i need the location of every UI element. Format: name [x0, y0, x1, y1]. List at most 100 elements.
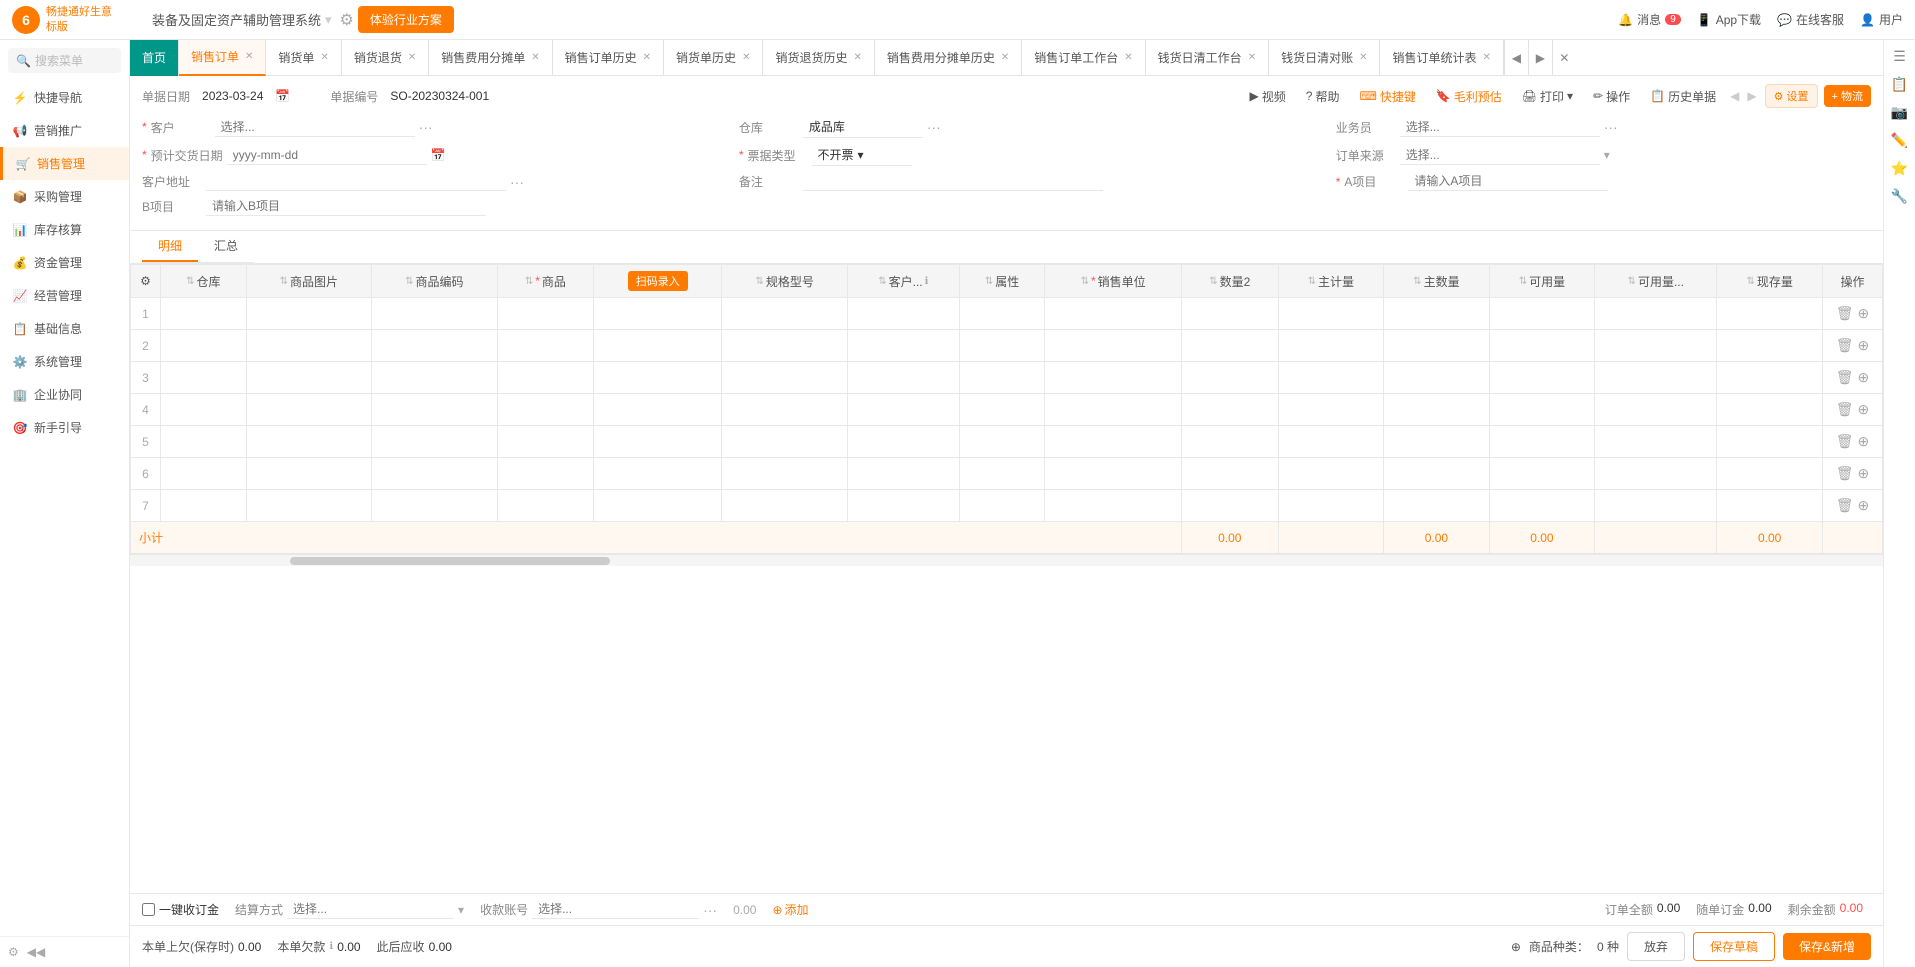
cell-available[interactable] [1489, 298, 1595, 330]
tab-bill-history[interactable]: 销货单历史 ✕ [664, 40, 763, 76]
row-copy-icon[interactable]: ⊕ [1858, 337, 1870, 354]
sidebar-collapse-icon[interactable]: ◀◀ [27, 945, 45, 959]
remark-input[interactable] [803, 172, 1103, 191]
cell-product[interactable] [497, 298, 594, 330]
profit-button[interactable]: 🔖 毛利预估 [1430, 86, 1508, 107]
right-panel-photo-icon[interactable]: 📷 [1888, 100, 1912, 124]
row-delete-icon[interactable]: 🗑 [1836, 369, 1854, 386]
cell-image[interactable] [246, 298, 372, 330]
add-material-button[interactable]: + 物流 [1824, 85, 1871, 107]
history-button[interactable]: 📋 历史单据 [1644, 86, 1722, 107]
row-delete-icon[interactable]: 🗑 [1836, 337, 1854, 354]
delivery-calendar-icon[interactable]: 📅 [431, 148, 446, 162]
sidebar-item-purchase[interactable]: 📦 采购管理 [0, 180, 129, 213]
staff-input[interactable] [1400, 118, 1600, 137]
sidebar-item-enterprise[interactable]: 🏢 企业协同 [0, 378, 129, 411]
right-panel-grid-icon[interactable]: ☰ [1888, 44, 1912, 68]
cell-sku[interactable] [372, 298, 498, 330]
tab-close-icon[interactable]: ✕ [245, 51, 253, 62]
tab-summary[interactable]: 汇总 [198, 231, 254, 262]
save-new-button[interactable]: 保存&新增 [1783, 933, 1871, 960]
row-copy-icon[interactable]: ⊕ [1858, 305, 1870, 322]
cell-qty2[interactable] [1181, 298, 1278, 330]
sidebar-item-sales[interactable]: 🛒 销售管理 [0, 147, 129, 180]
sidebar-search[interactable]: 🔍 搜索菜单 [8, 48, 121, 73]
sidebar-item-base-info[interactable]: 📋 基础信息 [0, 312, 129, 345]
tab-detail[interactable]: 明细 [142, 231, 198, 262]
cell-warehouse[interactable] [161, 298, 247, 330]
tab-sales-return[interactable]: 销货退货 ✕ [342, 40, 429, 76]
tab-sales-bill[interactable]: 销货单 ✕ [266, 40, 341, 76]
row-delete-icon[interactable]: 🗑 [1836, 497, 1854, 514]
save-draft-button[interactable]: 保存草稿 [1693, 932, 1775, 961]
tab-sales-fee[interactable]: 销售费用分摊单 ✕ [429, 40, 552, 76]
operation-button[interactable]: ✏ 操作 [1587, 86, 1636, 107]
cell-spec[interactable] [722, 298, 848, 330]
tab-daily-reconcile[interactable]: 钱货日清对账 ✕ [1269, 40, 1380, 76]
shortcut-button[interactable]: ⌨ 快捷键 [1353, 86, 1421, 107]
cell-available2[interactable] [1595, 298, 1717, 330]
calendar-icon[interactable]: 📅 [275, 89, 290, 103]
sidebar-item-quick-nav[interactable]: ⚡ 快捷导航 [0, 81, 129, 114]
tab-daily-workbench[interactable]: 钱货日清工作台 ✕ [1146, 40, 1269, 76]
tab-fee-history[interactable]: 销售费用分摊单历史 ✕ [875, 40, 1022, 76]
customer-input[interactable] [215, 118, 415, 137]
one-click-checkbox-input[interactable] [142, 903, 155, 916]
customer-dots-icon[interactable]: ··· [419, 119, 433, 135]
account-input[interactable] [532, 900, 699, 919]
industry-solution-button[interactable]: 体验行业方案 [358, 6, 454, 33]
a-project-input[interactable] [1408, 172, 1608, 191]
delivery-input[interactable] [227, 146, 427, 165]
horizontal-scrollbar[interactable] [130, 554, 1883, 566]
help-button[interactable]: ? 帮助 [1300, 86, 1346, 107]
user-menu-button[interactable]: 👤 用户 [1860, 11, 1903, 28]
customer-address-input[interactable] [206, 172, 506, 191]
add-payment-button[interactable]: ⊕ 添加 [772, 901, 808, 918]
row-delete-icon[interactable]: 🗑 [1836, 401, 1854, 418]
row-copy-icon[interactable]: ⊕ [1858, 433, 1870, 450]
row-delete-icon[interactable]: 🗑 [1836, 465, 1854, 482]
row-copy-icon[interactable]: ⊕ [1858, 465, 1870, 482]
tab-order-workbench[interactable]: 销售订单工作台 ✕ [1022, 40, 1145, 76]
tab-sales-order[interactable]: 销售订单 ✕ [179, 40, 266, 76]
cell-main-qty[interactable] [1384, 298, 1490, 330]
right-panel-star-icon[interactable]: ⭐ [1888, 156, 1912, 180]
tab-next-button[interactable]: ▶ [1528, 40, 1552, 76]
order-source-input[interactable] [1400, 146, 1600, 165]
right-panel-tool-icon[interactable]: 🔧 [1888, 184, 1912, 208]
col-scan[interactable]: 扫码录入 [594, 265, 722, 298]
right-panel-clipboard-icon[interactable]: 📋 [1888, 72, 1912, 96]
account-dots-icon[interactable]: ··· [703, 902, 717, 918]
address-dots-icon[interactable]: ··· [510, 174, 524, 190]
sidebar-item-system[interactable]: ⚙️ 系统管理 [0, 345, 129, 378]
tab-sales-order-history[interactable]: 销售订单历史 ✕ [553, 40, 664, 76]
settings-button[interactable]: ⚙ 设置 [1765, 84, 1818, 108]
col-settings[interactable]: ⚙ [131, 265, 161, 298]
tab-prev-button[interactable]: ◀ [1504, 40, 1528, 76]
cell-customer-sku[interactable] [847, 298, 959, 330]
row-delete-icon[interactable]: 🗑 [1836, 433, 1854, 450]
tab-sales-stats[interactable]: 销售订单统计表 ✕ [1380, 40, 1503, 76]
notification-button[interactable]: 🔔 消息 9 [1618, 11, 1681, 28]
app-download-button[interactable]: 📱 App下载 [1697, 11, 1761, 28]
sidebar-item-marketing[interactable]: 📢 营销推广 [0, 114, 129, 147]
sidebar-item-finance[interactable]: 💰 资金管理 [0, 246, 129, 279]
print-button[interactable]: 🖨 打印 ▾ [1516, 86, 1579, 107]
invoice-select[interactable]: 不开票 ▾ [812, 144, 912, 166]
sidebar-item-inventory[interactable]: 📊 库存核算 [0, 213, 129, 246]
scan-input-button[interactable]: 扫码录入 [628, 271, 688, 291]
row-copy-icon[interactable]: ⊕ [1858, 369, 1870, 386]
cell-scan[interactable] [594, 298, 722, 330]
discard-button[interactable]: 放弃 [1627, 932, 1685, 961]
right-panel-edit-icon[interactable]: ✏️ [1888, 128, 1912, 152]
view-button[interactable]: ▶ 视频 [1244, 86, 1292, 107]
cell-stock[interactable] [1717, 298, 1823, 330]
sidebar-item-guide[interactable]: 🎯 新手引导 [0, 411, 129, 444]
cell-unit[interactable] [1045, 298, 1182, 330]
cell-attr[interactable] [959, 298, 1045, 330]
cell-main-unit[interactable] [1278, 298, 1384, 330]
online-service-button[interactable]: 💬 在线客服 [1777, 11, 1844, 28]
b-project-input[interactable] [206, 197, 486, 216]
tab-expand-button[interactable]: ✕ [1552, 40, 1576, 76]
tab-return-history[interactable]: 销货退货历史 ✕ [763, 40, 874, 76]
